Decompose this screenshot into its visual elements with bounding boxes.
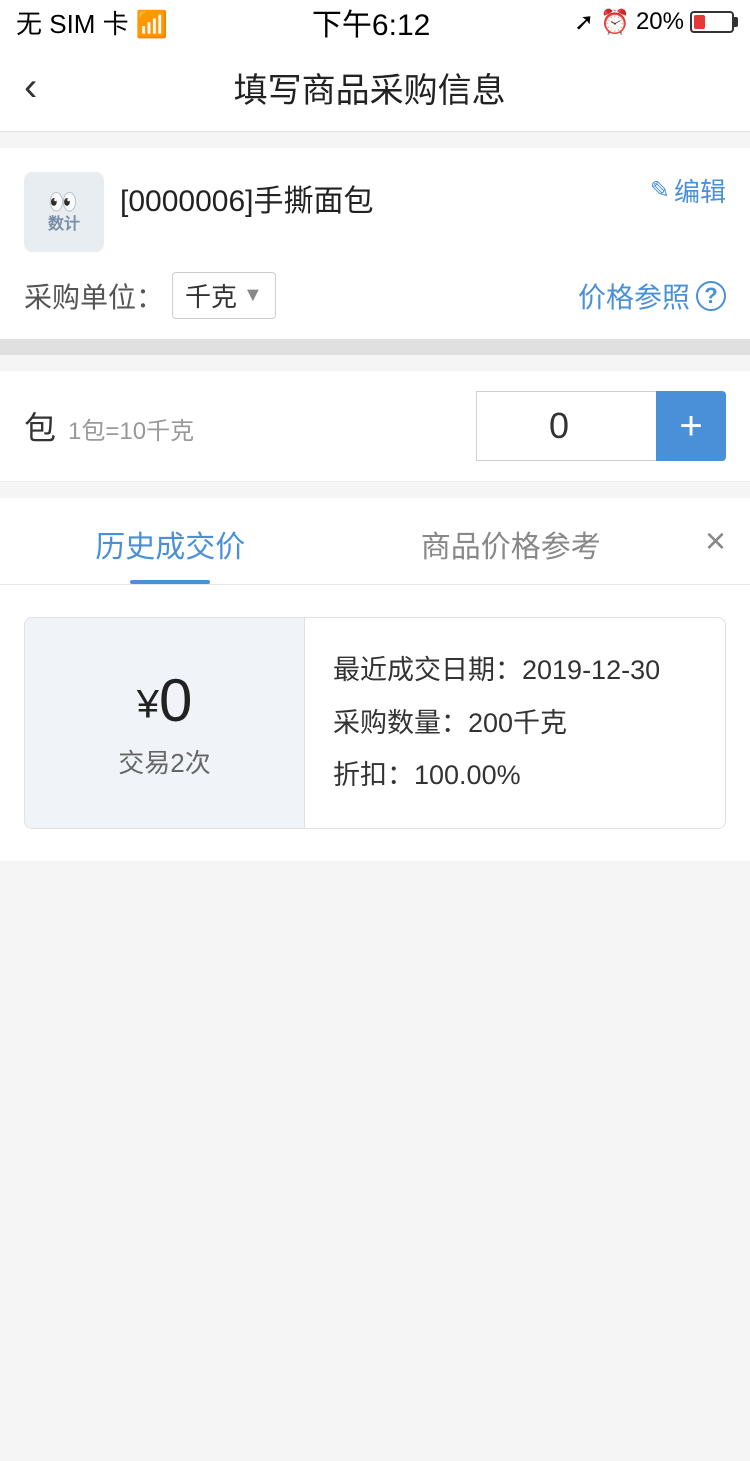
logo-eyes: 👀 bbox=[48, 191, 80, 215]
location-icon: ➚ bbox=[574, 8, 594, 37]
recent-date-label: 最近成交日期： bbox=[333, 655, 522, 685]
tab-history-price[interactable]: 历史成交价 bbox=[0, 498, 340, 584]
currency-symbol: ¥ bbox=[137, 682, 159, 726]
purchase-qty-label: 采购数量： bbox=[333, 708, 468, 738]
edit-button[interactable]: ✎ 编辑 bbox=[650, 172, 726, 209]
close-icon: × bbox=[705, 520, 726, 561]
unit-value: 千克 bbox=[185, 277, 237, 314]
price-card: ¥0 交易2次 最近成交日期：2019-12-30 采购数量：200千克 折扣：… bbox=[24, 617, 726, 829]
price-value: 0 bbox=[159, 667, 192, 734]
discount-value: 100.00% bbox=[414, 760, 521, 790]
unit-arrow-icon: ▼ bbox=[243, 284, 263, 307]
recent-date-row: 最近成交日期：2019-12-30 bbox=[333, 650, 697, 691]
price-card-left: ¥0 交易2次 bbox=[25, 618, 305, 828]
tab-product-price-ref-label: 商品价格参考 bbox=[421, 531, 601, 564]
tabs-header: 历史成交价 商品价格参考 × bbox=[0, 498, 750, 585]
quantity-unit: 包 bbox=[24, 403, 56, 449]
status-bar: 无 SIM 卡 📶 下午6:12 ➚ ⏰ 20% bbox=[0, 0, 750, 44]
page-title: 填写商品采购信息 bbox=[53, 63, 686, 112]
nav-bar: ‹ 填写商品采购信息 bbox=[0, 44, 750, 132]
price-ref-button[interactable]: 价格参照 ? bbox=[578, 276, 726, 316]
price-amount: ¥0 bbox=[137, 666, 193, 735]
status-right: ➚ ⏰ 20% bbox=[574, 8, 734, 37]
discount-row: 折扣：100.00% bbox=[333, 755, 697, 796]
price-trades: 交易2次 bbox=[118, 743, 210, 780]
discount-label: 折扣： bbox=[333, 760, 414, 790]
product-unit-row: 采购单位： 千克 ▼ 价格参照 ? bbox=[24, 272, 726, 319]
unit-label: 采购单位： bbox=[24, 276, 164, 316]
purchase-qty-value: 200千克 bbox=[468, 708, 567, 738]
status-left: 无 SIM 卡 📶 bbox=[16, 4, 168, 41]
edit-icon: ✎ bbox=[650, 176, 670, 205]
quantity-left: 包 1包=10千克 bbox=[24, 403, 194, 449]
price-ref-info-icon: ? bbox=[696, 281, 726, 311]
tabs-section: 历史成交价 商品价格参考 × ¥0 交易2次 最近成交日期：2019-12-30… bbox=[0, 498, 750, 861]
tab-product-price-ref[interactable]: 商品价格参考 bbox=[340, 498, 680, 584]
back-button[interactable]: ‹ bbox=[24, 65, 37, 110]
status-time: 下午6:12 bbox=[312, 0, 430, 44]
price-card-right: 最近成交日期：2019-12-30 采购数量：200千克 折扣：100.00% bbox=[305, 618, 725, 828]
purchase-qty-row: 采购数量：200千克 bbox=[333, 703, 697, 744]
product-name: [0000006]手撕面包 bbox=[120, 172, 373, 220]
unit-select[interactable]: 千克 ▼ bbox=[172, 272, 276, 319]
quantity-input[interactable] bbox=[476, 391, 656, 461]
battery-percent: 20% bbox=[636, 8, 684, 36]
quantity-input-wrap: + bbox=[476, 391, 726, 461]
bottom-area bbox=[0, 861, 750, 1461]
product-section: 👀 数计 [0000006]手撕面包 ✎ 编辑 采购单位： 千克 ▼ 价格参照 … bbox=[0, 148, 750, 339]
tab-history-price-label: 历史成交价 bbox=[95, 531, 245, 564]
recent-date-value: 2019-12-30 bbox=[522, 655, 660, 685]
product-info: 👀 数计 [0000006]手撕面包 bbox=[24, 172, 373, 252]
tab-content: ¥0 交易2次 最近成交日期：2019-12-30 采购数量：200千克 折扣：… bbox=[0, 585, 750, 861]
alarm-icon: ⏰ bbox=[600, 8, 630, 37]
price-ref-label: 价格参照 bbox=[578, 276, 690, 316]
tabs-close-button[interactable]: × bbox=[681, 520, 750, 562]
battery-icon bbox=[690, 11, 734, 33]
quantity-hint: 1包=10千克 bbox=[68, 411, 194, 446]
product-logo: 👀 数计 bbox=[24, 172, 104, 252]
divider bbox=[0, 339, 750, 355]
quantity-plus-button[interactable]: + bbox=[656, 391, 726, 461]
quantity-section: 包 1包=10千克 + bbox=[0, 371, 750, 482]
logo-text: 数计 bbox=[48, 217, 80, 233]
product-header: 👀 数计 [0000006]手撕面包 ✎ 编辑 bbox=[24, 172, 726, 252]
edit-label: 编辑 bbox=[674, 172, 726, 209]
